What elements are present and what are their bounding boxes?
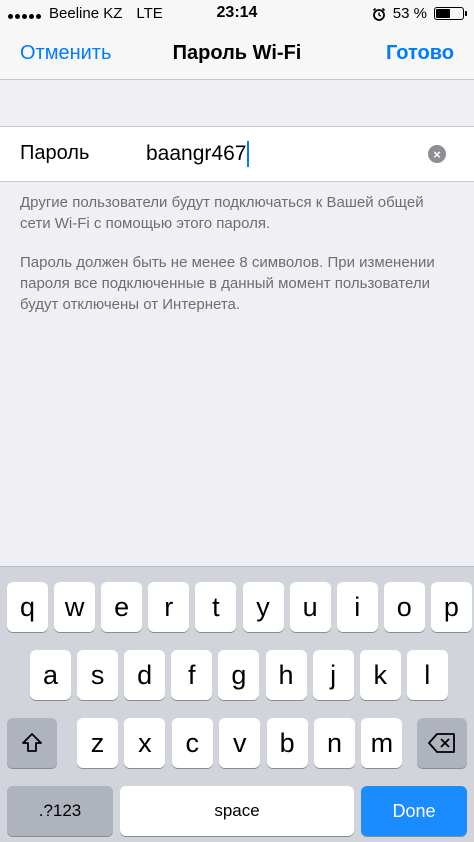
space-key[interactable]: space [120, 786, 354, 836]
text-cursor [247, 141, 250, 167]
status-right: 53 % [372, 5, 467, 22]
info-note: Другие пользователи будут подключаться к… [20, 194, 424, 232]
key-s[interactable]: s [77, 650, 119, 700]
nav-bar: Отменить Пароль Wi-Fi Готово [0, 28, 474, 80]
done-button[interactable]: Готово [386, 42, 454, 65]
key-j[interactable]: j [312, 650, 354, 700]
battery-fill [436, 9, 450, 18]
key-t[interactable]: t [195, 582, 237, 632]
shift-arrow-icon[interactable] [7, 718, 57, 768]
key-e[interactable]: e [101, 582, 143, 632]
key-m[interactable]: m [361, 718, 403, 768]
key-z[interactable]: z [77, 718, 118, 768]
key-p[interactable]: p [430, 582, 472, 632]
key-w[interactable]: w [54, 582, 96, 632]
key-h[interactable]: h [265, 650, 307, 700]
battery-percent: 53 % [392, 5, 427, 22]
key-b[interactable]: b [266, 718, 308, 768]
key-y[interactable]: y [242, 582, 284, 632]
keyboard: .?123 space Done qwertyuiop asdfghjkl zxcv… [0, 566, 474, 842]
key-v[interactable]: v [219, 718, 261, 768]
key-q[interactable]: q [7, 582, 48, 632]
key-a[interactable]: a [30, 650, 71, 700]
alarm-clock-icon [372, 7, 385, 21]
key-f[interactable]: f [171, 650, 213, 700]
password-row: Пароль baangr467 × [0, 126, 474, 182]
backspace-icon[interactable] [417, 718, 467, 768]
key-u[interactable]: u [289, 582, 331, 632]
numbers-key[interactable]: .?123 [7, 786, 113, 836]
keyboard-done-key[interactable]: Done [361, 786, 467, 836]
key-r[interactable]: r [148, 582, 190, 632]
key-i[interactable]: i [336, 582, 378, 632]
key-l[interactable]: l [406, 650, 448, 700]
battery-icon [434, 7, 467, 20]
key-n[interactable]: n [314, 718, 355, 768]
password-input[interactable]: baangr467 [146, 141, 250, 167]
clear-circle-icon[interactable]: × [428, 145, 446, 163]
key-d[interactable]: d [124, 650, 166, 700]
requirement-note: Пароль должен быть не менее 8 символов. … [20, 254, 435, 313]
password-value: baangr467 [146, 142, 247, 165]
key-x[interactable]: x [124, 718, 166, 768]
status-bar: Beeline KZ LTE 23:14 53 % [0, 0, 474, 28]
key-c[interactable]: c [171, 718, 213, 768]
password-label: Пароль [20, 142, 90, 164]
key-g[interactable]: g [218, 650, 260, 700]
key-k[interactable]: k [359, 650, 401, 700]
key-o[interactable]: o [383, 582, 425, 632]
